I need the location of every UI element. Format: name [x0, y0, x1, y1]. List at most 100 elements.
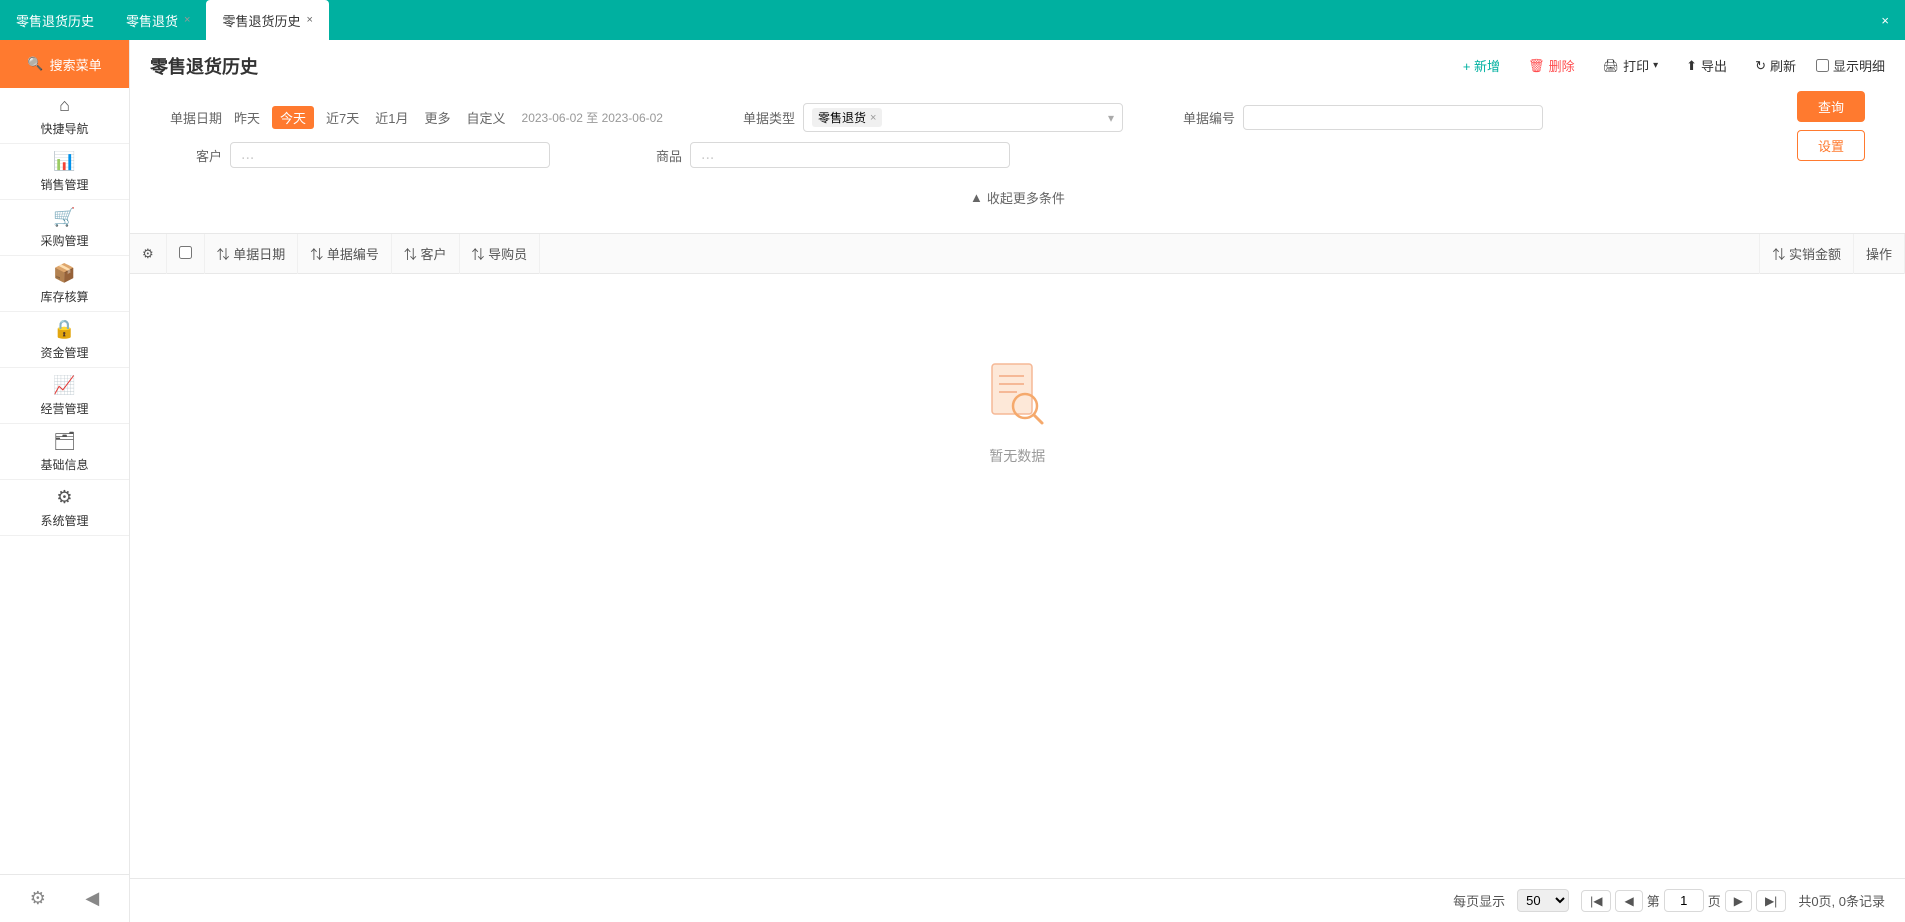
- doc-type-select[interactable]: 零售退货 × ▾: [803, 103, 1123, 132]
- tab-return-history-label: 零售退货历史: [222, 11, 300, 30]
- sidebar-item-label: 经营管理: [40, 400, 88, 417]
- add-button[interactable]: + 新增: [1455, 52, 1508, 79]
- first-page-button[interactable]: |◀: [1581, 890, 1611, 912]
- purchase-mgmt-icon: 🛒: [53, 207, 75, 228]
- settings-bottom-icon[interactable]: ⚙: [30, 888, 46, 909]
- sidebar-item-label: 采购管理: [40, 232, 88, 249]
- sidebar-item-operations[interactable]: 📈 经营管理: [0, 368, 129, 424]
- sidebar-item-basic-info[interactable]: 🗂 基础信息: [0, 424, 129, 480]
- doc-type-tags: 零售退货 ×: [812, 108, 882, 127]
- doc-number-input[interactable]: [1243, 105, 1543, 130]
- customer-input[interactable]: ...: [230, 142, 550, 168]
- basic-info-icon: 🗂: [53, 431, 76, 452]
- date-option-today[interactable]: 今天: [272, 106, 314, 129]
- top-bar: 零售退货历史 零售退货 × 零售退货历史 × ×: [0, 0, 1905, 40]
- doc-type-tag-value: 零售退货: [818, 109, 866, 126]
- top-bar-close[interactable]: ×: [1881, 13, 1905, 28]
- th-number[interactable]: ⇅ 单据编号: [298, 234, 392, 274]
- tab-return-history[interactable]: 零售退货历史 ×: [206, 0, 328, 40]
- table-area: ⚙ ⇅ 单据日期 ⇅ 单据编号 ⇅ 客户: [130, 234, 1905, 878]
- select-all-checkbox[interactable]: [179, 246, 192, 259]
- collapse-label: 收起更多条件: [987, 188, 1065, 207]
- sidebar-item-finance[interactable]: 🔒 资金管理: [0, 312, 129, 368]
- th-date-label: ⇅ 单据日期: [217, 247, 286, 262]
- current-page-input[interactable]: [1664, 889, 1704, 912]
- filter-row-1: 单据日期 昨天 今天 近7天 近1月 更多 自定义 2023-06-02 至 2…: [150, 103, 1885, 132]
- refresh-button[interactable]: ↻ 刷新: [1747, 52, 1804, 79]
- doc-number-label: 单据编号: [1163, 108, 1243, 127]
- doc-type-tag: 零售退货 ×: [812, 108, 882, 127]
- query-button[interactable]: 查询: [1797, 91, 1865, 122]
- th-amount[interactable]: ⇅ 实销金额: [1760, 234, 1854, 274]
- show-detail-input[interactable]: [1816, 59, 1829, 72]
- page-title: 零售退货历史: [150, 53, 258, 79]
- prev-page-button[interactable]: ◀: [1615, 890, 1642, 912]
- th-amount-label: ⇅ 实销金额: [1772, 247, 1841, 262]
- tab-return[interactable]: 零售退货 ×: [110, 0, 206, 40]
- th-checkbox[interactable]: [166, 234, 204, 274]
- date-option-more[interactable]: 更多: [421, 106, 455, 129]
- table-header-row: ⚙ ⇅ 单据日期 ⇅ 单据编号 ⇅ 客户: [130, 234, 1905, 274]
- per-page-label: 每页显示: [1453, 891, 1505, 910]
- date-options: 昨天 今天 近7天 近1月 更多 自定义 2023-06-02 至 2023-0…: [230, 106, 663, 129]
- goods-filter-label: 商品: [610, 146, 690, 165]
- sidebar-item-label: 快捷导航: [40, 120, 88, 137]
- date-option-7days[interactable]: 近7天: [322, 106, 363, 129]
- page-unit: 页: [1708, 891, 1721, 910]
- page-title-row: 零售退货历史 + 新增 🗑 删除 🖨 打印 ▾ ⬆ 导出: [150, 52, 1885, 79]
- sidebar: 🔍 搜索菜单 ⌂ 快捷导航 📊 销售管理 🛒 采购管理 📦 库存核算 🔒 资金管…: [0, 40, 130, 922]
- sidebar-item-label: 基础信息: [40, 456, 88, 473]
- sidebar-item-label: 销售管理: [40, 176, 88, 193]
- tab-return-label: 零售退货: [126, 11, 178, 30]
- pagination-bar: 每页显示 20 50 100 200 |◀ ◀ 第 页 ▶ ▶| 共0页, 0条…: [130, 878, 1905, 922]
- goods-input[interactable]: ...: [690, 142, 1010, 168]
- sidebar-item-quick-nav[interactable]: ⌂ 快捷导航: [0, 88, 129, 144]
- next-page-button[interactable]: ▶: [1725, 890, 1752, 912]
- th-settings[interactable]: ⚙: [130, 234, 166, 274]
- empty-row: 暂无数据: [130, 274, 1905, 547]
- main-layout: 🔍 搜索菜单 ⌂ 快捷导航 📊 销售管理 🛒 采购管理 📦 库存核算 🔒 资金管…: [0, 40, 1905, 922]
- filter-area: 单据日期 昨天 今天 近7天 近1月 更多 自定义 2023-06-02 至 2…: [150, 91, 1885, 233]
- goods-dots: ...: [701, 146, 714, 164]
- page-nav: |◀ ◀ 第 页 ▶ ▶|: [1581, 889, 1786, 912]
- tab-home[interactable]: 零售退货历史: [0, 0, 110, 40]
- tab-return-history-close[interactable]: ×: [306, 14, 312, 26]
- sidebar-search[interactable]: 🔍 搜索菜单: [0, 40, 129, 88]
- empty-illustration: [977, 354, 1057, 434]
- toolbar: + 新增 🗑 删除 🖨 打印 ▾ ⬆ 导出 ↻: [1455, 52, 1885, 79]
- last-page-button[interactable]: ▶|: [1756, 890, 1786, 912]
- collapse-icon: ▲: [970, 190, 983, 205]
- th-guide-label: ⇅ 导购员: [472, 247, 528, 262]
- tab-return-close[interactable]: ×: [184, 14, 190, 26]
- inventory-icon: 📦: [53, 263, 75, 284]
- search-icon: 🔍: [27, 56, 43, 72]
- th-guide[interactable]: ⇅ 导购员: [459, 234, 540, 274]
- export-icon: ⬆: [1686, 58, 1697, 74]
- sidebar-item-system[interactable]: ⚙ 系统管理: [0, 480, 129, 536]
- doc-type-tag-remove[interactable]: ×: [870, 112, 876, 124]
- sidebar-item-inventory[interactable]: 📦 库存核算: [0, 256, 129, 312]
- show-detail-checkbox[interactable]: 显示明细: [1816, 56, 1885, 75]
- export-button[interactable]: ⬆ 导出: [1678, 52, 1735, 79]
- collapse-button[interactable]: ▲ 收起更多条件: [970, 182, 1065, 213]
- th-number-label: ⇅ 单据编号: [310, 247, 379, 262]
- th-spacer: [540, 234, 1760, 274]
- th-customer[interactable]: ⇅ 客户: [391, 234, 459, 274]
- date-option-custom[interactable]: 自定义: [463, 106, 510, 129]
- delete-label: 删除: [1549, 56, 1575, 75]
- print-button[interactable]: 🖨 打印 ▾: [1595, 52, 1667, 79]
- delete-button[interactable]: 🗑 删除: [1520, 52, 1583, 79]
- date-range-display: 2023-06-02 至 2023-06-02: [522, 109, 663, 126]
- sidebar-item-sales-mgmt[interactable]: 📊 销售管理: [0, 144, 129, 200]
- date-option-yesterday[interactable]: 昨天: [230, 106, 264, 129]
- empty-area: 暂无数据: [130, 274, 1905, 546]
- sidebar-item-purchase-mgmt[interactable]: 🛒 采购管理: [0, 200, 129, 256]
- settings-button[interactable]: 设置: [1797, 130, 1865, 161]
- sidebar-search-label: 搜索菜单: [50, 55, 102, 74]
- customer-dots: ...: [241, 146, 254, 164]
- date-option-1month[interactable]: 近1月: [371, 106, 412, 129]
- per-page-select[interactable]: 20 50 100 200: [1517, 889, 1569, 912]
- table-settings-icon[interactable]: ⚙: [142, 246, 154, 261]
- collapse-sidebar-icon[interactable]: ◀: [85, 888, 99, 909]
- th-date[interactable]: ⇅ 单据日期: [204, 234, 298, 274]
